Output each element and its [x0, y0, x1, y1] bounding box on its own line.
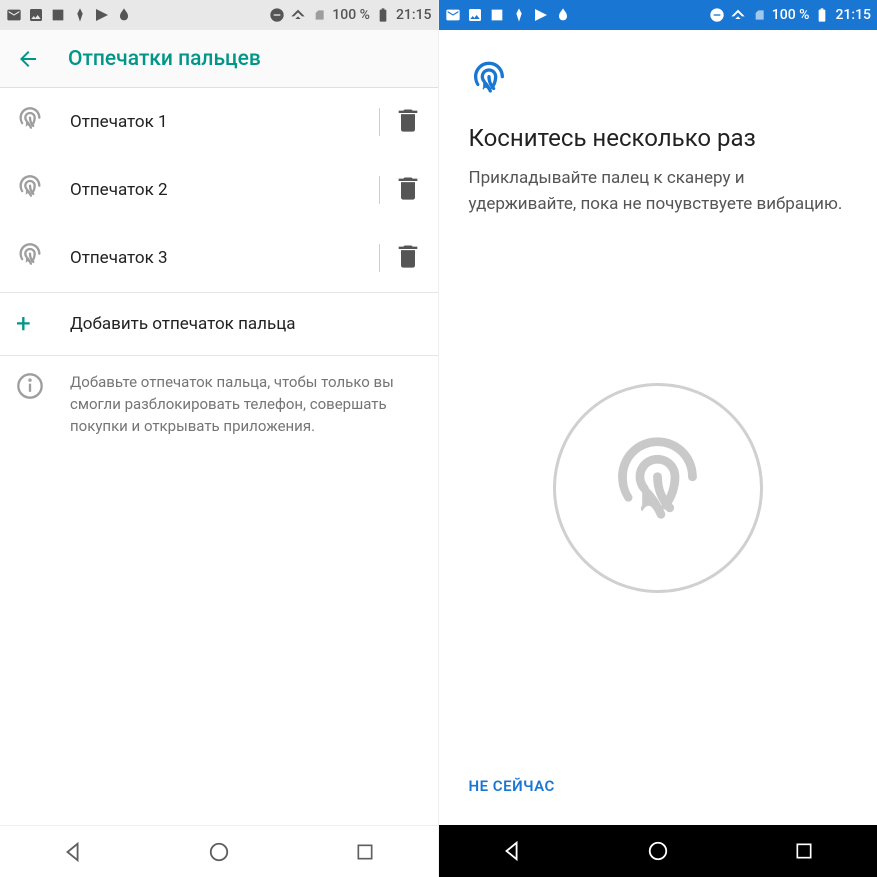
page-title: Отпечатки пальцев: [68, 47, 261, 71]
sensor-area: [469, 217, 848, 758]
enroll-body: Прикладывайте палец к сканеру и удержива…: [469, 166, 848, 217]
fingerprint-row[interactable]: Отпечаток 2: [0, 156, 438, 224]
nav-recents-button[interactable]: [774, 841, 834, 861]
sensor-circle: [553, 383, 763, 593]
fingerprint-sensor-icon: [605, 433, 710, 542]
skip-button[interactable]: НЕ СЕЙЧАС: [469, 777, 555, 795]
no-sim-icon: [311, 7, 327, 23]
fingerprint-icon: [16, 174, 44, 206]
wifi-icon: [290, 7, 306, 23]
toolbar: Отпечатки пальцев: [0, 30, 438, 88]
fingerprint-row[interactable]: Отпечаток 1: [0, 88, 438, 156]
battery-text: 100 %: [772, 7, 810, 23]
fingerprint-name: Отпечаток 2: [70, 180, 365, 200]
play-store-icon: [533, 7, 549, 23]
fingerprint-list: Отпечаток 1 Отпечаток 2 Отпечаток 3: [0, 88, 438, 292]
fingerprint-settings-screen: 100 % 21:15 Отпечатки пальцев Отпечаток …: [0, 0, 439, 877]
info-section: Добавьте отпечаток пальца, чтобы только …: [0, 356, 438, 453]
bottom-actions: НЕ СЕЙЧАС: [439, 758, 877, 825]
flame-icon: [555, 7, 571, 23]
status-bar: 100 % 21:15: [439, 0, 877, 30]
divider: [379, 176, 380, 204]
flame-icon: [116, 7, 132, 23]
fingerprint-name: Отпечаток 3: [70, 248, 365, 268]
delete-button[interactable]: [394, 106, 422, 138]
battery-text: 100 %: [332, 7, 370, 23]
fingerprint-icon: [16, 242, 44, 274]
play-store-icon: [94, 7, 110, 23]
navigation-bar: [0, 825, 438, 877]
fingerprint-header-icon: [469, 60, 509, 100]
dnd-icon: [709, 7, 725, 23]
beacon-icon: [511, 7, 527, 23]
dnd-icon: [269, 7, 285, 23]
delete-button[interactable]: [394, 174, 422, 206]
divider: [379, 244, 380, 272]
gmail-icon: [445, 7, 461, 23]
fingerprint-icon: [16, 106, 44, 138]
fingerprint-enroll-screen: 100 % 21:15 Коснитесь несколько раз Прик…: [439, 0, 877, 877]
gmail-icon: [6, 7, 22, 23]
no-sim-icon: [751, 7, 767, 23]
fingerprint-row[interactable]: Отпечаток 3: [0, 224, 438, 292]
youtube-icon: [50, 7, 66, 23]
status-bar: 100 % 21:15: [0, 0, 438, 30]
youtube-icon: [489, 7, 505, 23]
divider: [379, 108, 380, 136]
enroll-content: Коснитесь несколько раз Прикладывайте па…: [439, 30, 877, 758]
wifi-icon: [730, 7, 746, 23]
add-fingerprint-button[interactable]: + Добавить отпечаток пальца: [0, 292, 438, 356]
add-label: Добавить отпечаток пальца: [70, 314, 296, 334]
delete-button[interactable]: [394, 242, 422, 274]
info-text: Добавьте отпечаток пальца, чтобы только …: [70, 372, 422, 437]
clock-text: 21:15: [835, 7, 871, 23]
enroll-title: Коснитесь несколько раз: [469, 124, 848, 152]
battery-icon: [375, 7, 391, 23]
photo-icon: [467, 7, 483, 23]
nav-home-button[interactable]: [189, 841, 249, 863]
clock-text: 21:15: [396, 7, 432, 23]
nav-home-button[interactable]: [628, 840, 688, 862]
nav-recents-button[interactable]: [335, 842, 395, 862]
fingerprint-name: Отпечаток 1: [70, 112, 365, 132]
battery-icon: [814, 7, 830, 23]
nav-back-button[interactable]: [43, 841, 103, 863]
plus-icon: +: [16, 311, 44, 337]
navigation-bar: [439, 825, 877, 877]
beacon-icon: [72, 7, 88, 23]
info-icon: [16, 372, 44, 437]
nav-back-button[interactable]: [482, 840, 542, 862]
photo-icon: [28, 7, 44, 23]
back-button[interactable]: [16, 47, 40, 71]
